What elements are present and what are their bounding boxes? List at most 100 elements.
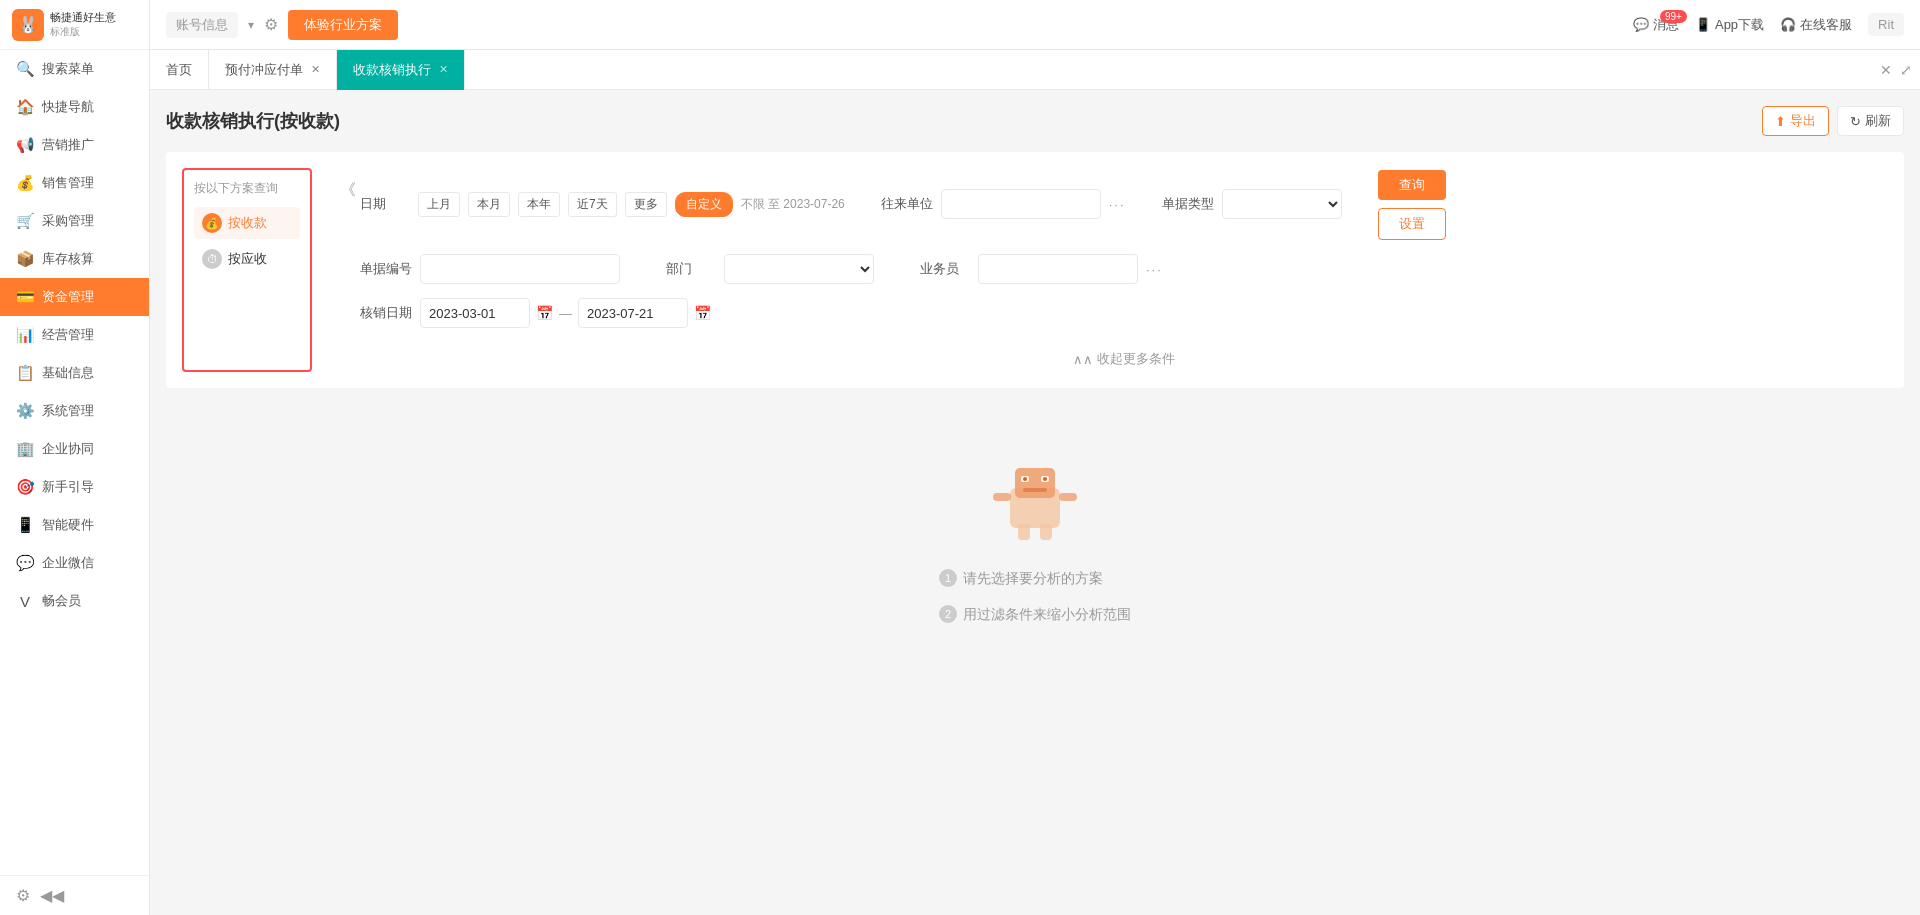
menu-icon: 📊	[16, 326, 34, 344]
sidebar-logo: 🐰 畅捷通好生意 标准版	[0, 0, 149, 50]
by-receipt-label: 按收款	[228, 214, 267, 232]
partner-input[interactable]	[941, 189, 1101, 219]
date-btn-this-month[interactable]: 本月	[468, 192, 510, 217]
sidebar-item-营销推广[interactable]: 📢 营销推广	[0, 126, 149, 164]
collapse-conditions[interactable]: ∧∧ 收起更多条件	[360, 342, 1888, 372]
menu-label: 采购管理	[42, 212, 94, 230]
menu-label: 系统管理	[42, 402, 94, 420]
sidebar-item-系统管理[interactable]: ⚙️ 系统管理	[0, 392, 149, 430]
sidebar-item-资金管理[interactable]: 💳 资金管理	[0, 278, 149, 316]
verify-date-end-input[interactable]	[578, 298, 688, 328]
filter-actions: 查询 设置	[1378, 168, 1446, 240]
refresh-button[interactable]: ↻ 刷新	[1837, 106, 1904, 136]
step-2-num: 2	[939, 605, 957, 623]
setting-button[interactable]: 设置	[1378, 208, 1446, 240]
app-label: App下载	[1715, 16, 1764, 34]
service-label: 在线客服	[1800, 16, 1852, 34]
sidebar-item-智能硬件[interactable]: 📱 智能硬件	[0, 506, 149, 544]
verify-date-start-cal-icon[interactable]: 📅	[536, 305, 553, 321]
verify-date-dash: —	[559, 306, 572, 321]
staff-dots-icon[interactable]: ···	[1146, 262, 1163, 277]
query-button[interactable]: 查询	[1378, 170, 1446, 200]
sidebar-item-新手引导[interactable]: 🎯 新手引导	[0, 468, 149, 506]
filter-row-2: 单据编号 部门 业务员 ···	[360, 254, 1888, 284]
tab-collection[interactable]: 收款核销执行 ✕	[337, 50, 465, 90]
date-label: 日期	[360, 195, 410, 213]
filter-row-1: 日期 上月 本月 本年 近7天 更多 自定义 不限 至 2023-07-26	[360, 168, 1888, 240]
sidebar-item-快捷导航[interactable]: 🏠 快捷导航	[0, 88, 149, 126]
sidebar-item-基础信息[interactable]: 📋 基础信息	[0, 354, 149, 392]
service-icon: 🎧	[1780, 17, 1796, 32]
collapse-chevron-icon: ∧∧	[1073, 352, 1093, 367]
verify-date-start-input[interactable]	[420, 298, 530, 328]
dept-select[interactable]	[724, 254, 874, 284]
service-item[interactable]: 🎧 在线客服	[1780, 16, 1852, 34]
sidebar-bottom: ⚙ ◀◀	[0, 875, 149, 915]
sidebar-item-企业协同[interactable]: 🏢 企业协同	[0, 430, 149, 468]
menu-icon: 📱	[16, 516, 34, 534]
sidebar-item-采购管理[interactable]: 🛒 采购管理	[0, 202, 149, 240]
menu-label: 新手引导	[42, 478, 94, 496]
menu-icon: 💰	[16, 174, 34, 192]
refresh-label: 刷新	[1865, 112, 1891, 130]
sidebar-item-库存核算[interactable]: 📦 库存核算	[0, 240, 149, 278]
sidebar-item-经营管理[interactable]: 📊 经营管理	[0, 316, 149, 354]
date-btn-custom[interactable]: 自定义	[675, 192, 733, 217]
sidebar-item-畅会员[interactable]: V 畅会员	[0, 582, 149, 620]
staff-input[interactable]	[978, 254, 1138, 284]
date-btn-this-year[interactable]: 本年	[518, 192, 560, 217]
tab-prepay-close-icon[interactable]: ✕	[311, 63, 320, 76]
topbar-gear-icon[interactable]: ⚙	[264, 15, 278, 34]
sidebar-item-搜索菜单[interactable]: 🔍 搜索菜单	[0, 50, 149, 88]
page-actions: ⬆ 导出 ↻ 刷新	[1762, 106, 1904, 136]
empty-svg-illustration	[985, 448, 1085, 548]
tab-close-all-icon[interactable]: ✕	[1880, 62, 1892, 78]
sidebar-item-销售管理[interactable]: 💰 销售管理	[0, 164, 149, 202]
tab-home[interactable]: 首页	[150, 50, 209, 90]
svg-rect-6	[1023, 488, 1047, 492]
filter-collapse-icon[interactable]: 《	[336, 176, 360, 205]
no-limit-text: 不限 至 2023-07-26	[741, 196, 845, 213]
tab-maximize-icon[interactable]: ⤢	[1900, 62, 1912, 78]
tab-collection-close-icon[interactable]: ✕	[439, 63, 448, 76]
doc-type-select[interactable]	[1222, 189, 1342, 219]
sidebar-menu: 🔍 搜索菜单 🏠 快捷导航 📢 营销推广 💰 销售管理 🛒 采购管理 📦 库存核…	[0, 50, 149, 875]
date-btn-7days[interactable]: 近7天	[568, 192, 617, 217]
sidebar-item-企业微信[interactable]: 💬 企业微信	[0, 544, 149, 582]
logo-sub: 标准版	[50, 25, 116, 39]
date-btn-more[interactable]: 更多	[625, 192, 667, 217]
svg-point-4	[1023, 477, 1027, 481]
svg-rect-10	[1040, 524, 1052, 540]
verify-date-end-cal-icon[interactable]: 📅	[694, 305, 711, 321]
tab-prepay[interactable]: 预付冲应付单 ✕	[209, 50, 337, 90]
topbar-chevron-icon[interactable]: ▾	[248, 18, 254, 32]
sidebar-gear-icon[interactable]: ⚙	[16, 886, 30, 905]
tabbar: 首页 预付冲应付单 ✕ 收款核销执行 ✕ ✕ ⤢	[150, 50, 1920, 90]
menu-icon: 💳	[16, 288, 34, 306]
empty-tip-2: 用过滤条件来缩小分析范围	[963, 600, 1131, 628]
app-download-item[interactable]: 📱 App下载	[1695, 16, 1764, 34]
date-buttons: 上月 本月 本年 近7天 更多 自定义 不限 至 2023-07-26	[418, 192, 845, 217]
topbar-account: 账号信息	[166, 12, 238, 38]
menu-icon: ⚙️	[16, 402, 34, 420]
by-receivable-label: 按应收	[228, 250, 267, 268]
filter-option-by-receivable[interactable]: ⏱ 按应收	[194, 243, 300, 275]
menu-icon: 🎯	[16, 478, 34, 496]
topbar: 账号信息 ▾ ⚙ 体验行业方案 💬 消息 99+ 📱 App下载 🎧 在线客服 …	[150, 0, 1920, 50]
filter-option-by-receipt[interactable]: 💰 按收款	[194, 207, 300, 239]
export-button[interactable]: ⬆ 导出	[1762, 106, 1829, 136]
date-btn-last-month[interactable]: 上月	[418, 192, 460, 217]
svg-rect-9	[1018, 524, 1030, 540]
menu-icon: 🔍	[16, 60, 34, 78]
svg-rect-8	[1059, 493, 1077, 501]
partner-dots-icon[interactable]: ···	[1109, 197, 1126, 212]
message-badge-item[interactable]: 💬 消息 99+	[1633, 16, 1679, 34]
filter-row-3: 核销日期 📅 — 📅	[360, 298, 1888, 328]
sidebar-collapse-icon[interactable]: ◀◀	[40, 886, 64, 905]
doc-no-input[interactable]	[420, 254, 620, 284]
export-icon: ⬆	[1775, 114, 1786, 129]
filter-sidebar-title: 按以下方案查询	[194, 180, 300, 197]
tabbar-controls: ✕ ⤢	[1880, 62, 1920, 78]
solution-button[interactable]: 体验行业方案	[288, 10, 398, 40]
partner-field-group: 往来单位 ···	[881, 189, 1126, 219]
